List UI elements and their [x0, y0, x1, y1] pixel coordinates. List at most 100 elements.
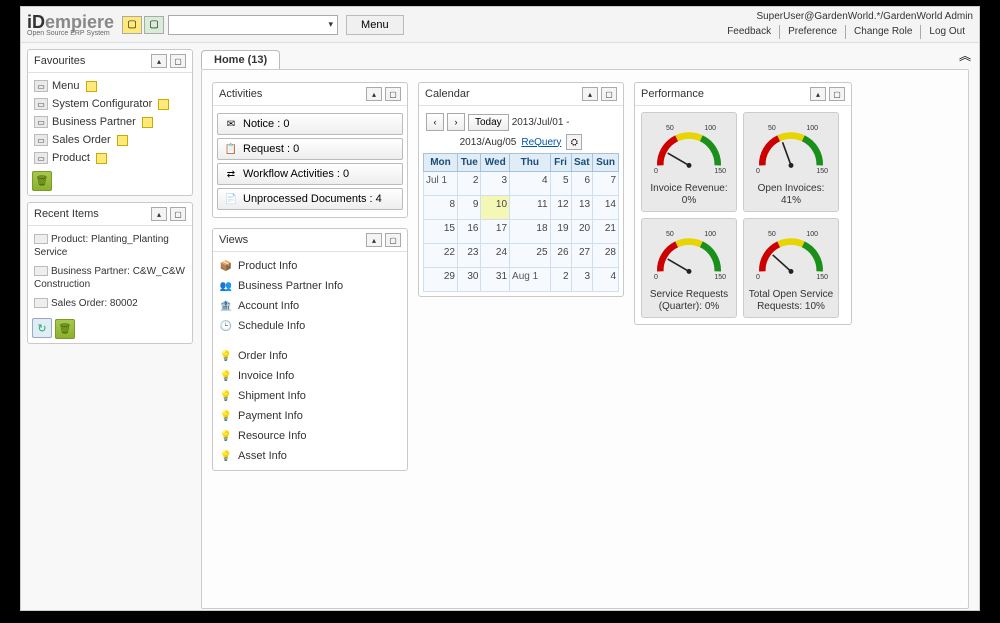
- activity-button[interactable]: 📄Unprocessed Documents : 4: [217, 188, 403, 210]
- calendar-cell[interactable]: 16: [458, 220, 481, 244]
- calendar-cell[interactable]: 6: [571, 172, 593, 196]
- collapse-header-icon[interactable]: ︽: [959, 47, 971, 64]
- calendar-cell[interactable]: 27: [571, 244, 593, 268]
- calendar-cell[interactable]: 10: [481, 196, 510, 220]
- calendar-cell[interactable]: 30: [458, 268, 481, 292]
- gauge-card[interactable]: 050100150 Invoice Revenue: 0%: [641, 112, 737, 212]
- prev-icon[interactable]: ‹: [426, 113, 444, 131]
- calendar-cell[interactable]: 8: [424, 196, 458, 220]
- calendar-cell[interactable]: 20: [571, 220, 593, 244]
- recent-item[interactable]: Product: Planting_Planting Service: [32, 230, 188, 262]
- recent-item[interactable]: Sales Order: 80002: [32, 294, 188, 313]
- calendar-cell[interactable]: 2: [458, 172, 481, 196]
- collapse-icon[interactable]: ▴: [151, 54, 167, 68]
- view-item[interactable]: Asset Info: [217, 446, 403, 466]
- calendar-cell[interactable]: 28: [593, 244, 619, 268]
- layout-icon[interactable]: ▢: [144, 16, 164, 34]
- calendar-cell[interactable]: 13: [571, 196, 593, 220]
- calendar-cell[interactable]: 9: [458, 196, 481, 220]
- calendar-settings-icon[interactable]: ⛭: [566, 134, 582, 150]
- favourite-item[interactable]: ▭Sales Order: [32, 131, 188, 149]
- favourite-item[interactable]: ▭Menu: [32, 77, 188, 95]
- calendar-panel: Calendar ▴ ▢ ‹ › Today 2013/Jul/0: [418, 82, 624, 297]
- activity-button[interactable]: 📋Request : 0: [217, 138, 403, 160]
- view-item[interactable]: Payment Info: [217, 406, 403, 426]
- refresh-icon[interactable]: ↻: [32, 318, 52, 338]
- calendar-cell[interactable]: 5: [550, 172, 571, 196]
- tab-home[interactable]: Home (13): [201, 50, 280, 69]
- view-item[interactable]: 🏦Account Info: [217, 296, 403, 316]
- gauge-card[interactable]: 050100150 Total Open Service Requests: 1…: [743, 218, 839, 318]
- calendar-cell[interactable]: 11: [510, 196, 551, 220]
- link-logout[interactable]: Log Out: [921, 25, 973, 39]
- link-change-role[interactable]: Change Role: [846, 25, 921, 39]
- window-icon: [34, 234, 48, 244]
- calendar-cell[interactable]: 4: [593, 268, 619, 292]
- calendar-cell[interactable]: 15: [424, 220, 458, 244]
- collapse-icon[interactable]: ▴: [582, 87, 598, 101]
- view-item[interactable]: 🕒Schedule Info: [217, 316, 403, 336]
- link-preference[interactable]: Preference: [780, 25, 846, 39]
- calendar-cell[interactable]: 26: [550, 244, 571, 268]
- menu-button[interactable]: Menu: [346, 15, 404, 35]
- calendar-dow: Mon: [424, 154, 458, 172]
- view-item[interactable]: Shipment Info: [217, 386, 403, 406]
- calendar-cell[interactable]: 3: [571, 268, 593, 292]
- calendar-cell[interactable]: 25: [510, 244, 551, 268]
- calendar-cell[interactable]: 19: [550, 220, 571, 244]
- activity-icon: ⇄: [224, 168, 238, 180]
- favourite-item[interactable]: ▭System Configurator: [32, 95, 188, 113]
- new-window-icon[interactable]: ▢: [122, 16, 142, 34]
- window-icon: ▭: [34, 98, 48, 110]
- calendar-cell[interactable]: 17: [481, 220, 510, 244]
- bulb-icon: [219, 450, 233, 462]
- calendar-cell[interactable]: 3: [481, 172, 510, 196]
- calendar-cell[interactable]: 18: [510, 220, 551, 244]
- calendar-cell[interactable]: 14: [593, 196, 619, 220]
- maximize-icon[interactable]: ▢: [170, 207, 186, 221]
- favourite-item[interactable]: ▭Business Partner: [32, 113, 188, 131]
- maximize-icon[interactable]: ▢: [385, 233, 401, 247]
- view-item[interactable]: Invoice Info: [217, 366, 403, 386]
- calendar-cell[interactable]: 31: [481, 268, 510, 292]
- view-item[interactable]: Resource Info: [217, 426, 403, 446]
- recent-item[interactable]: Business Partner: C&W_C&W Construction: [32, 262, 188, 294]
- collapse-icon[interactable]: ▴: [151, 207, 167, 221]
- activity-button[interactable]: ✉Notice : 0: [217, 113, 403, 135]
- trash-icon[interactable]: 🗑: [55, 319, 75, 339]
- calendar-cell[interactable]: 29: [424, 268, 458, 292]
- calendar-cell[interactable]: Aug 1: [510, 268, 551, 292]
- maximize-icon[interactable]: ▢: [601, 87, 617, 101]
- calendar-cell[interactable]: Jul 1: [424, 172, 458, 196]
- calendar-cell[interactable]: 22: [424, 244, 458, 268]
- calendar-cell[interactable]: 7: [593, 172, 619, 196]
- link-feedback[interactable]: Feedback: [719, 25, 780, 39]
- view-item[interactable]: 📦Product Info: [217, 256, 403, 276]
- calendar-cell[interactable]: 24: [481, 244, 510, 268]
- activity-button[interactable]: ⇄Workflow Activities : 0: [217, 163, 403, 185]
- calendar-cell[interactable]: 21: [593, 220, 619, 244]
- collapse-icon[interactable]: ▴: [810, 87, 826, 101]
- maximize-icon[interactable]: ▢: [829, 87, 845, 101]
- calendar-cell[interactable]: 2: [550, 268, 571, 292]
- gauge-caption: Service Requests (Quarter): 0%: [646, 289, 732, 313]
- requery-link[interactable]: ReQuery: [521, 137, 561, 148]
- search-combo[interactable]: [168, 15, 338, 35]
- collapse-icon[interactable]: ▴: [366, 87, 382, 101]
- calendar-cell[interactable]: 12: [550, 196, 571, 220]
- gauge-card[interactable]: 050100150 Service Requests (Quarter): 0%: [641, 218, 737, 318]
- today-button[interactable]: Today: [468, 114, 509, 131]
- maximize-icon[interactable]: ▢: [170, 54, 186, 68]
- calendar-cell[interactable]: 4: [510, 172, 551, 196]
- next-icon[interactable]: ›: [447, 113, 465, 131]
- maximize-icon[interactable]: ▢: [385, 87, 401, 101]
- gauge-card[interactable]: 050100150 Open Invoices: 41%: [743, 112, 839, 212]
- collapse-icon[interactable]: ▴: [366, 233, 382, 247]
- favourite-item[interactable]: ▭Product: [32, 149, 188, 167]
- view-item[interactable]: Order Info: [217, 346, 403, 366]
- sticky-icon: [86, 81, 97, 92]
- view-item[interactable]: 👥Business Partner Info: [217, 276, 403, 296]
- calendar-cell[interactable]: 23: [458, 244, 481, 268]
- trash-icon[interactable]: 🗑: [32, 171, 52, 191]
- calendar-dow: Sun: [593, 154, 619, 172]
